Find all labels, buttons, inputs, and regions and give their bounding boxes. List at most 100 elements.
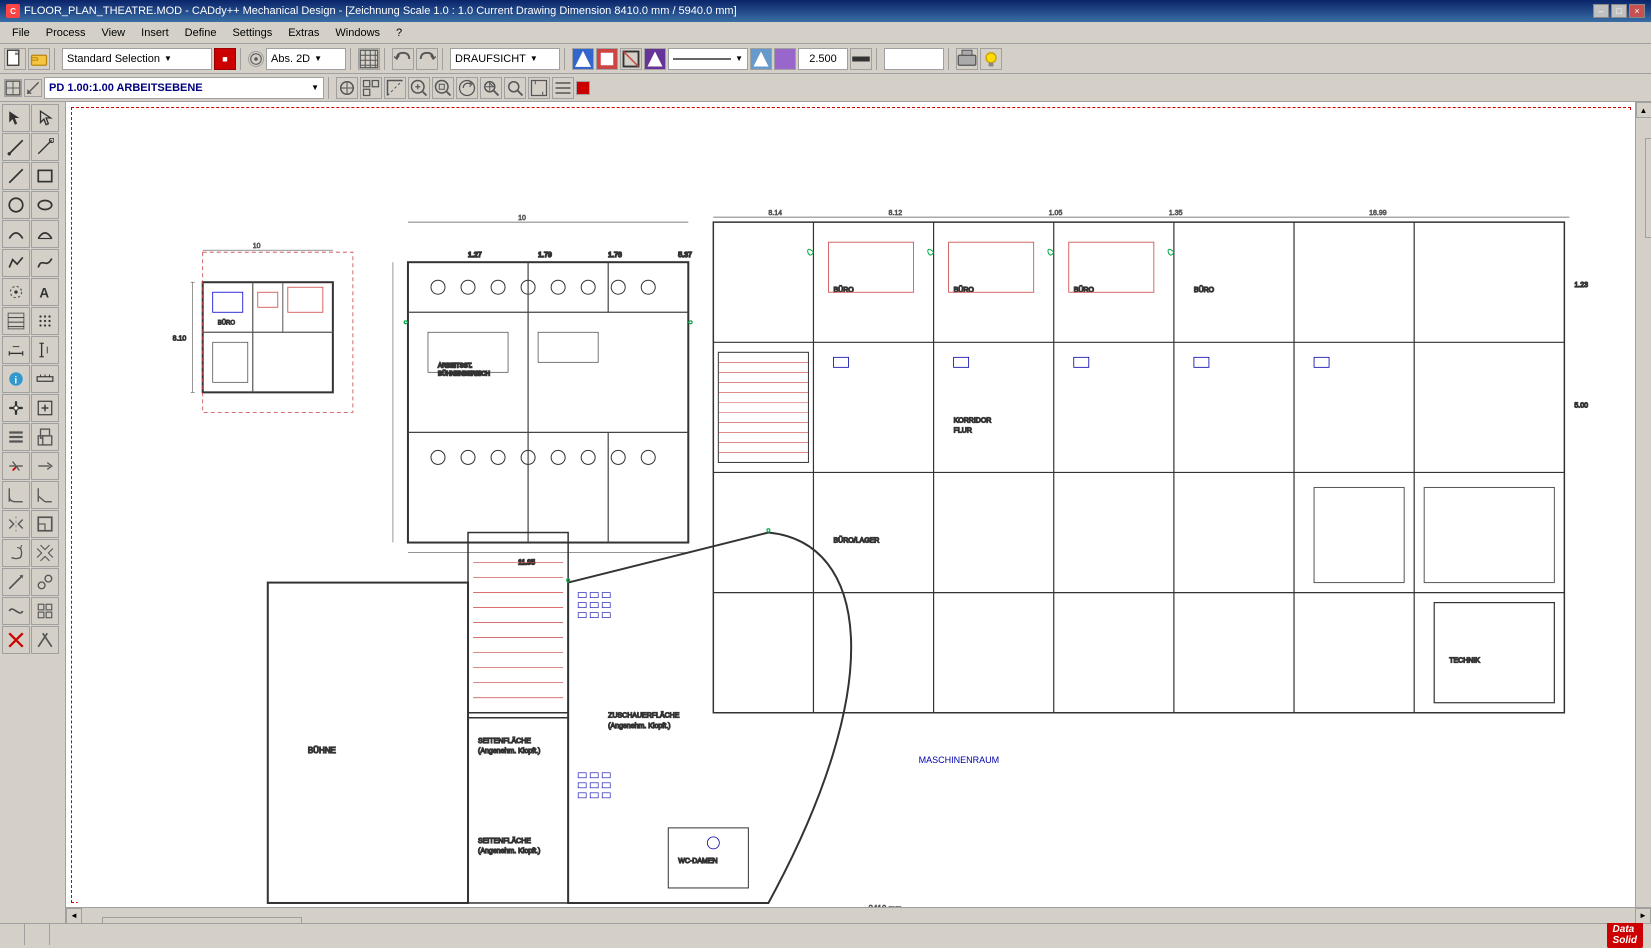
tb2-extra-btn[interactable] xyxy=(552,77,574,99)
status-bar: DataSolid xyxy=(0,923,1651,945)
color-btn-3[interactable] xyxy=(620,48,642,70)
tool-array[interactable] xyxy=(31,597,59,625)
tool-scale[interactable] xyxy=(31,510,59,538)
tool-misc[interactable] xyxy=(31,626,59,654)
minimize-button[interactable]: – xyxy=(1593,4,1609,18)
vscroll-thumb[interactable] xyxy=(1645,138,1651,238)
vertical-scrollbar[interactable]: ▲ ▼ xyxy=(1635,102,1651,923)
tb2-grid-btn[interactable] xyxy=(360,77,382,99)
menu-extras[interactable]: Extras xyxy=(280,25,327,41)
horizontal-scrollbar[interactable]: ◄ ► xyxy=(66,907,1651,923)
hatch-pattern-btn[interactable] xyxy=(358,48,380,70)
hscroll-right-button[interactable]: ► xyxy=(1635,908,1651,924)
hscroll-left-button[interactable]: ◄ xyxy=(66,908,82,924)
tool-extend[interactable] xyxy=(31,452,59,480)
line-style-dropdown[interactable]: ▼ xyxy=(668,48,748,70)
tool-node-select[interactable] xyxy=(31,133,59,161)
tool-rotate[interactable] xyxy=(2,539,30,567)
redo-button[interactable] xyxy=(416,48,438,70)
tool-text[interactable]: A xyxy=(31,278,59,306)
open-button[interactable] xyxy=(28,48,50,70)
tool-line[interactable] xyxy=(2,162,30,190)
tool-diagonal2[interactable] xyxy=(2,568,30,596)
color-purple-btn[interactable] xyxy=(774,48,796,70)
tool-pointer[interactable] xyxy=(2,104,30,132)
menu-windows[interactable]: Windows xyxy=(327,25,388,41)
selection-dropdown[interactable]: Standard Selection ▼ xyxy=(62,48,212,70)
print-preview-btn[interactable] xyxy=(956,48,978,70)
tb2-pan-btn[interactable] xyxy=(456,77,478,99)
lt-row-12 xyxy=(2,423,63,451)
tb2-zoom-area-btn[interactable] xyxy=(432,77,454,99)
tool-diagonal-line[interactable] xyxy=(2,133,30,161)
red-square-icon[interactable]: ■ xyxy=(214,48,236,70)
tb2-btn1[interactable] xyxy=(4,79,22,97)
tool-spline[interactable] xyxy=(31,249,59,277)
lt-row-11 xyxy=(2,394,63,422)
color-btn-2[interactable] xyxy=(596,48,618,70)
tool-mirror[interactable] xyxy=(2,510,30,538)
tb2-zoom-in-btn[interactable] xyxy=(480,77,502,99)
tool-pointer2[interactable] xyxy=(31,104,59,132)
close-button[interactable]: × xyxy=(1629,4,1645,18)
tool-chamfer[interactable] xyxy=(31,481,59,509)
tool-polyline[interactable] xyxy=(2,249,30,277)
tool-hatch-lines[interactable] xyxy=(2,307,30,335)
tb2-zoom-out-btn[interactable] xyxy=(504,77,526,99)
tool-dimension-h[interactable] xyxy=(2,336,30,364)
tool-insert[interactable] xyxy=(31,394,59,422)
lt-row-2 xyxy=(2,133,63,161)
tool-copy[interactable] xyxy=(31,568,59,596)
tb2-zoom-fit-btn[interactable] xyxy=(408,77,430,99)
tool-block[interactable] xyxy=(31,423,59,451)
tool-arc[interactable] xyxy=(2,220,30,248)
menu-process[interactable]: Process xyxy=(38,25,94,41)
tb2-layer-active[interactable] xyxy=(576,81,590,95)
lamp-btn[interactable] xyxy=(980,48,1002,70)
menu-define[interactable]: Define xyxy=(177,25,225,41)
color-swatch[interactable] xyxy=(884,48,944,70)
new-button[interactable] xyxy=(4,48,26,70)
color-btn-1[interactable] xyxy=(572,48,594,70)
tool-trim[interactable] xyxy=(2,452,30,480)
menu-help[interactable]: ? xyxy=(388,25,410,41)
tool-dimension-v[interactable] xyxy=(31,336,59,364)
tool-circle[interactable] xyxy=(2,191,30,219)
tool-arc2[interactable] xyxy=(31,220,59,248)
coord-mode-icon[interactable] xyxy=(248,51,264,67)
view-dropdown[interactable]: DRAUFSICHT ▼ xyxy=(450,48,560,70)
layer-dropdown[interactable]: PD 1.00:1.00 ARBEITSEBENE ▼ xyxy=(44,77,324,99)
tool-curve[interactable] xyxy=(2,597,30,625)
hscroll-thumb[interactable] xyxy=(102,917,302,924)
tool-modify[interactable] xyxy=(2,394,30,422)
tb2-snap-btn[interactable] xyxy=(336,77,358,99)
menu-insert[interactable]: Insert xyxy=(133,25,177,41)
canvas-area[interactable]: BÜRO 8.10 xyxy=(66,102,1651,923)
tool-erase[interactable] xyxy=(2,626,30,654)
tool-measure[interactable] xyxy=(31,365,59,393)
vscroll-up-button[interactable]: ▲ xyxy=(1636,102,1651,118)
svg-text:8.10: 8.10 xyxy=(173,335,187,342)
tb2-btn2[interactable] xyxy=(24,79,42,97)
tb2-ortho-btn[interactable] xyxy=(384,77,406,99)
tool-dot-circle[interactable] xyxy=(2,278,30,306)
line-weight-input[interactable] xyxy=(798,48,848,70)
tool-hatch-dots[interactable] xyxy=(31,307,59,335)
line-weight-icon[interactable] xyxy=(850,48,872,70)
title-bar: C FLOOR_PLAN_THEATRE.MOD - CADdy++ Mecha… xyxy=(0,0,1651,22)
menu-settings[interactable]: Settings xyxy=(224,25,280,41)
tb2-fit-btn[interactable] xyxy=(528,77,550,99)
tool-move[interactable] xyxy=(31,539,59,567)
menu-view[interactable]: View xyxy=(93,25,133,41)
color-palette-btn[interactable] xyxy=(750,48,772,70)
maximize-button[interactable]: □ xyxy=(1611,4,1627,18)
undo-button[interactable] xyxy=(392,48,414,70)
tool-rect[interactable] xyxy=(31,162,59,190)
tool-layer-manager[interactable] xyxy=(2,423,30,451)
color-btn-4[interactable] xyxy=(644,48,666,70)
menu-file[interactable]: File xyxy=(4,25,38,41)
tool-info[interactable]: i xyxy=(2,365,30,393)
coord-mode-dropdown[interactable]: Abs. 2D ▼ xyxy=(266,48,346,70)
tool-ellipse[interactable] xyxy=(31,191,59,219)
tool-fillet[interactable] xyxy=(2,481,30,509)
